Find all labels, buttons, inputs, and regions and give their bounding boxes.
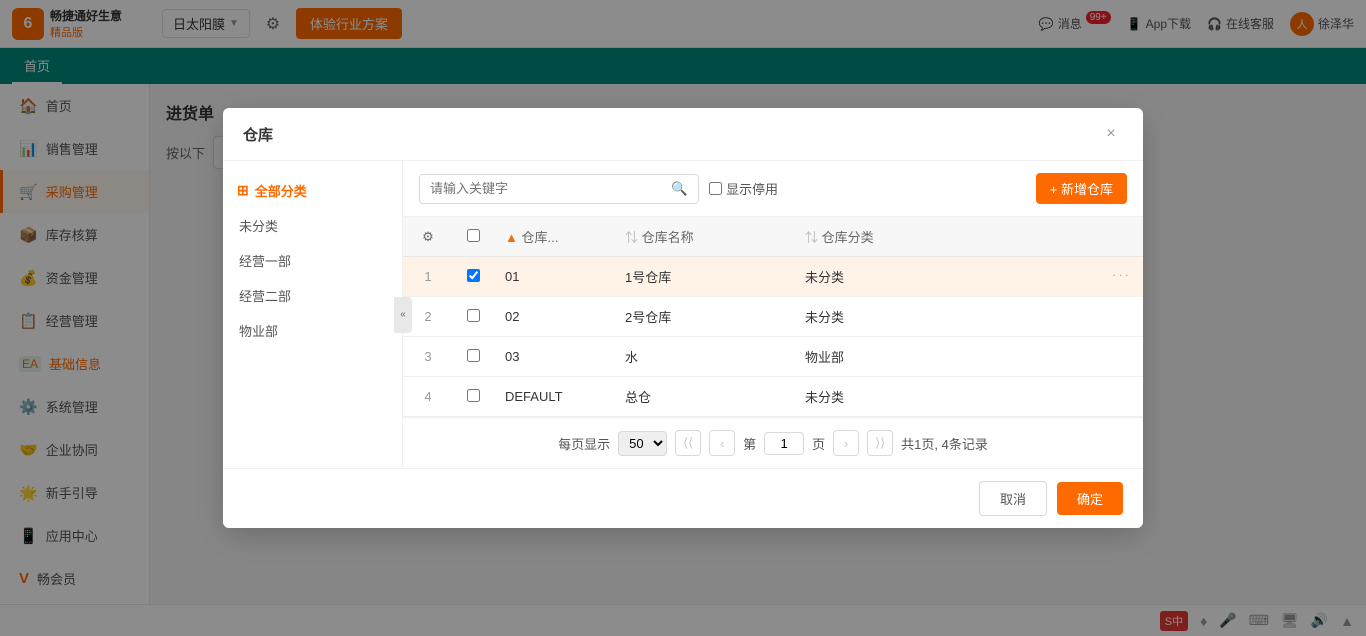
pagination-bar: 每页显示 50 ⟨⟨ ‹ 第 页 › ⟩⟩ 共1页, 4条记录 bbox=[403, 417, 1143, 468]
th-name-sort-icon: ⇅ bbox=[625, 230, 638, 245]
sort-icon: ▲ bbox=[505, 230, 518, 245]
modal-body: ⊞ 全部分类 未分类 经营一部 经营二部 物业部 « 🔍 显示停用 + 新增仓库 bbox=[223, 161, 1143, 468]
show-disabled-label[interactable]: 显示停用 bbox=[709, 179, 778, 198]
row-name-2: 2号仓库 bbox=[613, 297, 793, 337]
row-actions-1[interactable]: ··· bbox=[1112, 267, 1131, 282]
category-ops1[interactable]: 经营一部 bbox=[223, 243, 402, 278]
modal-header: 仓库 × bbox=[223, 108, 1143, 161]
warehouse-table: ⚙ ▲ 仓库... ⇅ 仓库名称 bbox=[403, 217, 1143, 417]
row-name-3: 水 bbox=[613, 337, 793, 377]
grid-icon: ⊞ bbox=[237, 182, 249, 199]
row-category-1: 未分类 ··· bbox=[793, 257, 1143, 297]
row-category-3: 物业部 bbox=[793, 337, 1143, 377]
search-input[interactable] bbox=[420, 175, 661, 202]
th-name-label: 仓库名称 bbox=[642, 230, 694, 245]
table-row[interactable]: 3 03 水 物业部 bbox=[403, 337, 1143, 377]
row-checkbox-3[interactable] bbox=[453, 337, 493, 377]
cancel-button[interactable]: 取消 bbox=[979, 481, 1047, 516]
row-category-2: 未分类 bbox=[793, 297, 1143, 337]
page-unit: 页 bbox=[812, 434, 825, 453]
table-header-row: ⚙ ▲ 仓库... ⇅ 仓库名称 bbox=[403, 217, 1143, 257]
table-row[interactable]: 1 01 1号仓库 未分类 ··· bbox=[403, 257, 1143, 297]
show-disabled-checkbox[interactable] bbox=[709, 182, 722, 195]
next-page-button[interactable]: › bbox=[833, 430, 859, 456]
row-code-2: 02 bbox=[493, 297, 613, 337]
modal-footer: 取消 确定 bbox=[223, 468, 1143, 528]
row-name-1: 1号仓库 bbox=[613, 257, 793, 297]
category-property[interactable]: 物业部 bbox=[223, 313, 402, 348]
row-code-3: 03 bbox=[493, 337, 613, 377]
all-categories-item[interactable]: ⊞ 全部分类 bbox=[223, 173, 402, 208]
row-index-4: 4 bbox=[403, 377, 453, 417]
row-name-4: 总仓 bbox=[613, 377, 793, 417]
th-name: ⇅ 仓库名称 bbox=[613, 217, 793, 257]
row-index-1: 1 bbox=[403, 257, 453, 297]
category-panel: ⊞ 全部分类 未分类 经营一部 经营二部 物业部 « bbox=[223, 161, 403, 468]
modal-title: 仓库 bbox=[243, 124, 273, 145]
total-label: 共1页, 4条记录 bbox=[901, 434, 988, 453]
confirm-button[interactable]: 确定 bbox=[1057, 482, 1123, 515]
category-ops2[interactable]: 经营二部 bbox=[223, 278, 402, 313]
th-checkbox bbox=[453, 217, 493, 257]
row-category-4: 未分类 bbox=[793, 377, 1143, 417]
row-code-4: DEFAULT bbox=[493, 377, 613, 417]
th-code-label: 仓库... bbox=[522, 230, 559, 245]
th-code: ▲ 仓库... bbox=[493, 217, 613, 257]
prev-page-button[interactable]: ‹ bbox=[709, 430, 735, 456]
th-category-sort-icon: ⇅ bbox=[805, 230, 818, 245]
per-page-select[interactable]: 50 bbox=[618, 431, 667, 456]
first-page-button[interactable]: ⟨⟨ bbox=[675, 430, 701, 456]
select-all-checkbox[interactable] bbox=[467, 229, 480, 242]
table-row[interactable]: 2 02 2号仓库 未分类 bbox=[403, 297, 1143, 337]
row-checkbox-2[interactable] bbox=[453, 297, 493, 337]
search-box: 🔍 bbox=[419, 174, 699, 204]
row-code-1: 01 bbox=[493, 257, 613, 297]
modal-close-button[interactable]: × bbox=[1099, 122, 1123, 146]
page-number-input[interactable] bbox=[764, 432, 804, 455]
th-category: ⇅ 仓库分类 bbox=[793, 217, 1143, 257]
page-label: 第 bbox=[743, 434, 756, 453]
warehouse-data-table: ⚙ ▲ 仓库... ⇅ 仓库名称 bbox=[403, 217, 1143, 417]
show-disabled-text: 显示停用 bbox=[726, 179, 778, 198]
row-index-3: 3 bbox=[403, 337, 453, 377]
warehouse-modal: 仓库 × ⊞ 全部分类 未分类 经营一部 经营二部 物业部 « 🔍 bbox=[223, 108, 1143, 528]
row-checkbox-4[interactable] bbox=[453, 377, 493, 417]
search-icon-button[interactable]: 🔍 bbox=[661, 175, 698, 203]
category-unclassified[interactable]: 未分类 bbox=[223, 208, 402, 243]
right-panel-toolbar: 🔍 显示停用 + 新增仓库 bbox=[403, 161, 1143, 217]
row-checkbox-1[interactable] bbox=[453, 257, 493, 297]
per-page-label: 每页显示 bbox=[558, 434, 610, 453]
all-categories-label: 全部分类 bbox=[255, 181, 307, 200]
th-gear: ⚙ bbox=[403, 217, 453, 257]
new-warehouse-button[interactable]: + 新增仓库 bbox=[1036, 173, 1127, 204]
th-category-label: 仓库分类 bbox=[822, 230, 874, 245]
warehouse-right-panel: 🔍 显示停用 + 新增仓库 ⚙ bbox=[403, 161, 1143, 468]
last-page-button[interactable]: ⟩⟩ bbox=[867, 430, 893, 456]
table-row[interactable]: 4 DEFAULT 总仓 未分类 bbox=[403, 377, 1143, 417]
collapse-button[interactable]: « bbox=[394, 297, 412, 333]
